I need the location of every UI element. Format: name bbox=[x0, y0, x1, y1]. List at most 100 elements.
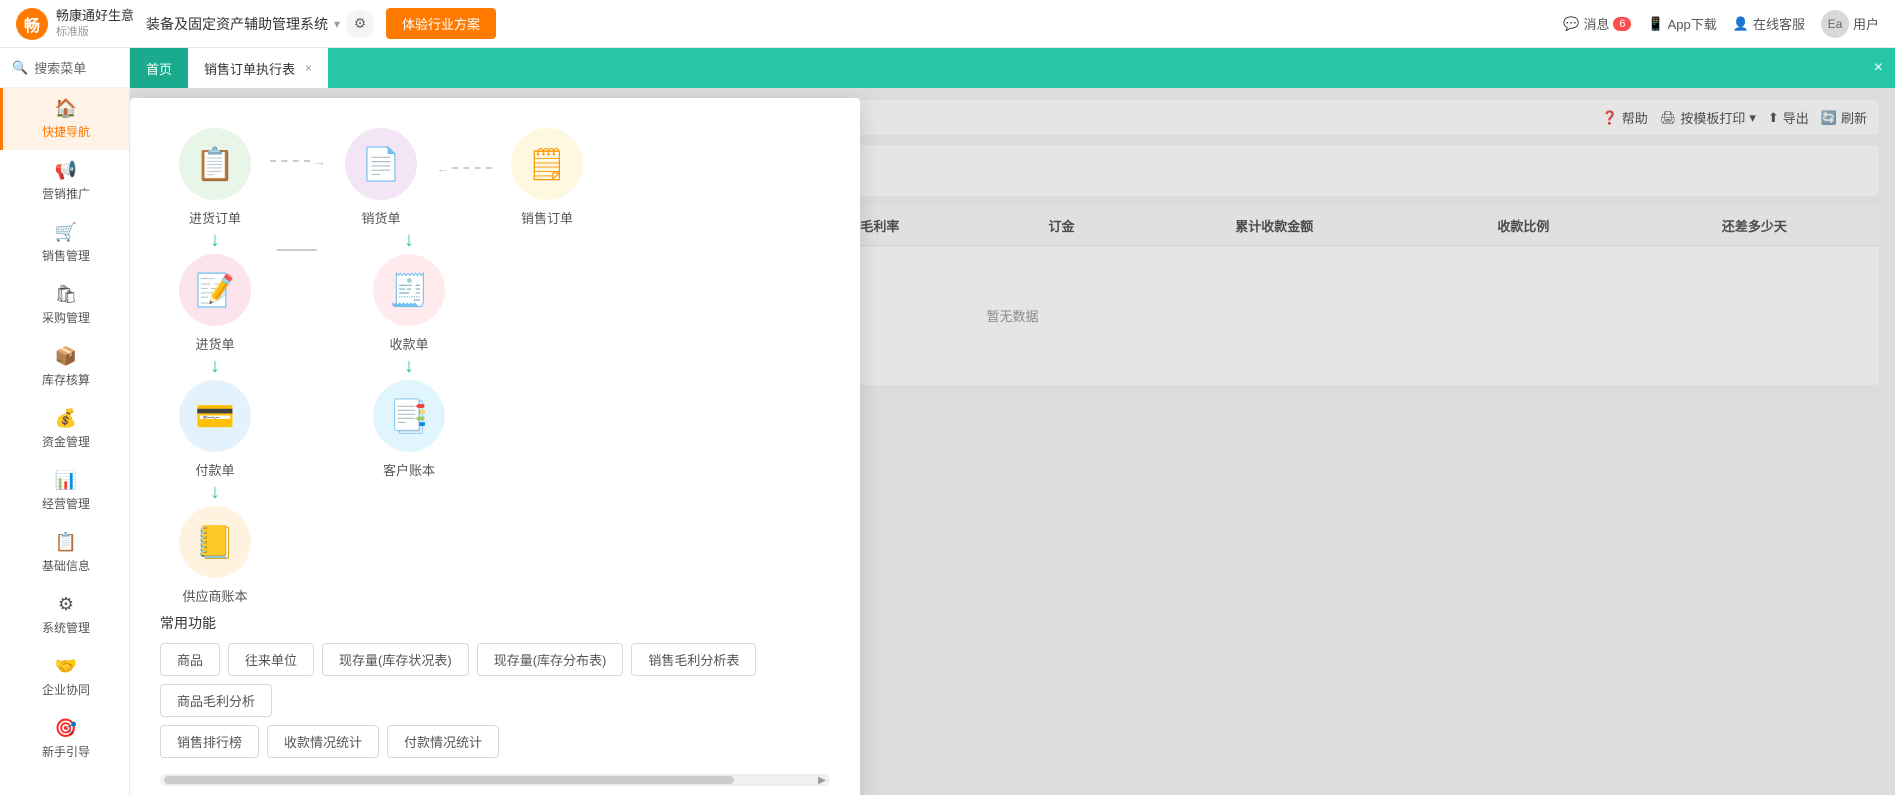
content-area: 首页 销售订单执行表 × × ❓ 帮助 🖨 按 bbox=[130, 48, 1895, 795]
flow-node-sales-bill[interactable]: 📄 销货单 bbox=[326, 128, 436, 227]
popup-scroll-thumb bbox=[164, 776, 734, 784]
sidebar-item-label-finance: 资金管理 bbox=[42, 433, 90, 450]
sales-order-icon: 🗒 bbox=[527, 145, 568, 183]
flow-node-receipt[interactable]: 🧾 收款单 bbox=[354, 254, 464, 353]
search-menu[interactable]: 🔍 搜索菜单 bbox=[0, 48, 129, 88]
arrow-solid-1 bbox=[277, 249, 319, 251]
app-download-label: App下载 bbox=[1668, 14, 1717, 33]
customer-ledger-label: 客户账本 bbox=[383, 460, 435, 479]
system-icon: ⚙ bbox=[58, 594, 74, 615]
arrow-dashed-right: ← bbox=[436, 160, 492, 196]
payment-icon: 💳 bbox=[195, 397, 235, 435]
func-btn-product-margin[interactable]: 商品毛利分析 bbox=[160, 684, 272, 717]
func-title: 常用功能 bbox=[160, 613, 830, 633]
customer-ledger-icon: 📑 bbox=[389, 397, 429, 435]
func-btn-inventory-dist[interactable]: 现存量(库存分布表) bbox=[477, 643, 624, 676]
enterprise-icon: 🤝 bbox=[55, 656, 77, 677]
tab-close-icon[interactable]: × bbox=[305, 61, 312, 75]
arrow-down-4: ↓ bbox=[404, 229, 414, 252]
online-service-button[interactable]: 👤 在线客服 bbox=[1733, 14, 1805, 33]
customer-ledger-circle: 📑 bbox=[373, 380, 445, 452]
sidebar-item-quick-nav[interactable]: 🏠 快捷导航 bbox=[0, 88, 129, 150]
func-btn-contact[interactable]: 往来单位 bbox=[228, 643, 314, 676]
flow-node-purchase-order[interactable]: 📋 进货订单 bbox=[160, 128, 270, 227]
sidebar-item-operation[interactable]: 📊 经营管理 bbox=[0, 460, 129, 522]
sidebar-item-purchase[interactable]: 🛍 采购管理 bbox=[0, 274, 129, 336]
sidebar-item-inventory[interactable]: 📦 库存核算 bbox=[0, 336, 129, 398]
tab-bar-close-icon[interactable]: × bbox=[1874, 59, 1883, 77]
scroll-right-arrow[interactable]: ▶ bbox=[814, 774, 830, 786]
logo-sub: 标准版 bbox=[56, 23, 134, 39]
purchase-order-circle: 📋 bbox=[179, 128, 251, 200]
search-icon: 🔍 bbox=[12, 60, 28, 76]
popup-box: 📋 进货订单 ↓ 📝 bbox=[130, 98, 860, 795]
func-btn-sales-rank[interactable]: 销售排行榜 bbox=[160, 725, 259, 758]
func-btn-receipt-stat[interactable]: 收款情况统计 bbox=[267, 725, 379, 758]
flow-node-sales-order[interactable]: 🗒 销售订单 bbox=[492, 128, 602, 227]
func-btn-product[interactable]: 商品 bbox=[160, 643, 220, 676]
sidebar-item-label-operation: 经营管理 bbox=[42, 495, 90, 512]
top-bar: 畅 畅康通好生意 标准版 装备及固定资产辅助管理系统 ▾ ⚙ 体验行业方案 💬 … bbox=[0, 0, 1895, 48]
logo-text: 畅康通好生意 bbox=[56, 8, 134, 24]
purchase-icon: 🛍 bbox=[55, 284, 78, 305]
sidebar-item-marketing[interactable]: 📢 营销推广 bbox=[0, 150, 129, 212]
logo-area: 畅 畅康通好生意 标准版 bbox=[16, 8, 134, 40]
logo-icon: 畅 bbox=[16, 8, 48, 40]
flow-diagram: 📋 进货订单 ↓ 📝 bbox=[160, 128, 830, 605]
sidebar-item-basic-info[interactable]: 📋 基础信息 bbox=[0, 522, 129, 584]
receipt-circle: 🧾 bbox=[373, 254, 445, 326]
sales-order-label: 销售订单 bbox=[521, 208, 573, 227]
purchase-order-icon: 📋 bbox=[195, 145, 235, 183]
center-arrows: → bbox=[270, 128, 326, 331]
func-btn-payment-stat[interactable]: 付款情况统计 bbox=[387, 725, 499, 758]
finance-icon: 💰 bbox=[55, 408, 77, 429]
payment-circle: 💳 bbox=[179, 380, 251, 452]
gear-button[interactable]: ⚙ bbox=[346, 10, 374, 38]
flow-customer-row: 📑 客户账本 bbox=[354, 380, 574, 479]
sidebar: 🔍 搜索菜单 🏠 快捷导航 📢 营销推广 🛒 销售管理 🛍 采购管理 📦 bbox=[0, 48, 130, 795]
func-section: 常用功能 商品 往来单位 现存量(库存状况表) 现存量(库存分布表) 销售毛利分… bbox=[160, 613, 830, 758]
purchase-bill-label: 进货单 bbox=[195, 334, 234, 353]
func-btn-inventory-status[interactable]: 现存量(库存状况表) bbox=[322, 643, 469, 676]
arrow-down-3: ↓ bbox=[210, 481, 220, 504]
arrow-down-2: ↓ bbox=[210, 355, 220, 378]
tab-bar: 首页 销售订单执行表 × × bbox=[130, 48, 1895, 88]
flow-node-supplier-ledger[interactable]: 📒 供应商账本 bbox=[160, 506, 270, 605]
sidebar-item-guide[interactable]: 🎯 新手引导 bbox=[0, 708, 129, 770]
popup-scrollbar[interactable]: ▶ bbox=[160, 774, 830, 786]
message-button[interactable]: 💬 消息 6 bbox=[1563, 14, 1631, 33]
trial-button[interactable]: 体验行业方案 bbox=[386, 8, 496, 39]
sidebar-item-sales[interactable]: 🛒 销售管理 bbox=[0, 212, 129, 274]
sys-title-dropdown-icon[interactable]: ▾ bbox=[334, 17, 340, 31]
flow-node-customer-ledger[interactable]: 📑 客户账本 bbox=[354, 380, 464, 479]
sidebar-item-label-guide: 新手引导 bbox=[42, 743, 90, 760]
tab-sales-order-exec[interactable]: 销售订单执行表 × bbox=[188, 48, 328, 88]
supplier-ledger-circle: 📒 bbox=[179, 506, 251, 578]
arrow-down-5: ↓ bbox=[404, 355, 414, 378]
flow-node-payment[interactable]: 💳 付款单 bbox=[160, 380, 270, 479]
sidebar-item-label-marketing: 营销推广 bbox=[42, 185, 90, 202]
sales-bill-circle: 📄 bbox=[345, 128, 417, 200]
marketing-icon: 📢 bbox=[55, 160, 77, 181]
avatar: Ea bbox=[1821, 10, 1849, 38]
func-btn-sales-margin[interactable]: 销售毛利分析表 bbox=[631, 643, 756, 676]
sidebar-item-label-purchase: 采购管理 bbox=[42, 309, 90, 326]
flow-node-purchase-bill[interactable]: 📝 进货单 bbox=[160, 254, 270, 353]
tab-home[interactable]: 首页 bbox=[130, 48, 188, 88]
online-service-label: 在线客服 bbox=[1753, 14, 1805, 33]
sidebar-item-enterprise[interactable]: 🤝 企业协同 bbox=[0, 646, 129, 708]
flow-receipt-row: 🧾 收款单 bbox=[354, 254, 574, 353]
sidebar-item-system[interactable]: ⚙ 系统管理 bbox=[0, 584, 129, 646]
top-bar-right: 💬 消息 6 📱 App下载 👤 在线客服 Ea 用户 bbox=[1563, 10, 1879, 38]
sidebar-item-finance[interactable]: 💰 资金管理 bbox=[0, 398, 129, 460]
supplier-ledger-icon: 📒 bbox=[195, 523, 235, 561]
basic-info-icon: 📋 bbox=[55, 532, 77, 553]
app-download-button[interactable]: 📱 App下载 bbox=[1647, 14, 1716, 33]
user-area[interactable]: Ea 用户 bbox=[1821, 10, 1879, 38]
inventory-icon: 📦 bbox=[55, 346, 77, 367]
top-bar-left: 畅 畅康通好生意 标准版 装备及固定资产辅助管理系统 ▾ ⚙ 体验行业方案 bbox=[16, 8, 496, 40]
receipt-icon: 🧾 bbox=[389, 271, 429, 309]
sidebar-item-label-system: 系统管理 bbox=[42, 619, 90, 636]
purchase-bill-circle: 📝 bbox=[179, 254, 251, 326]
purchase-bill-icon: 📝 bbox=[195, 271, 235, 309]
